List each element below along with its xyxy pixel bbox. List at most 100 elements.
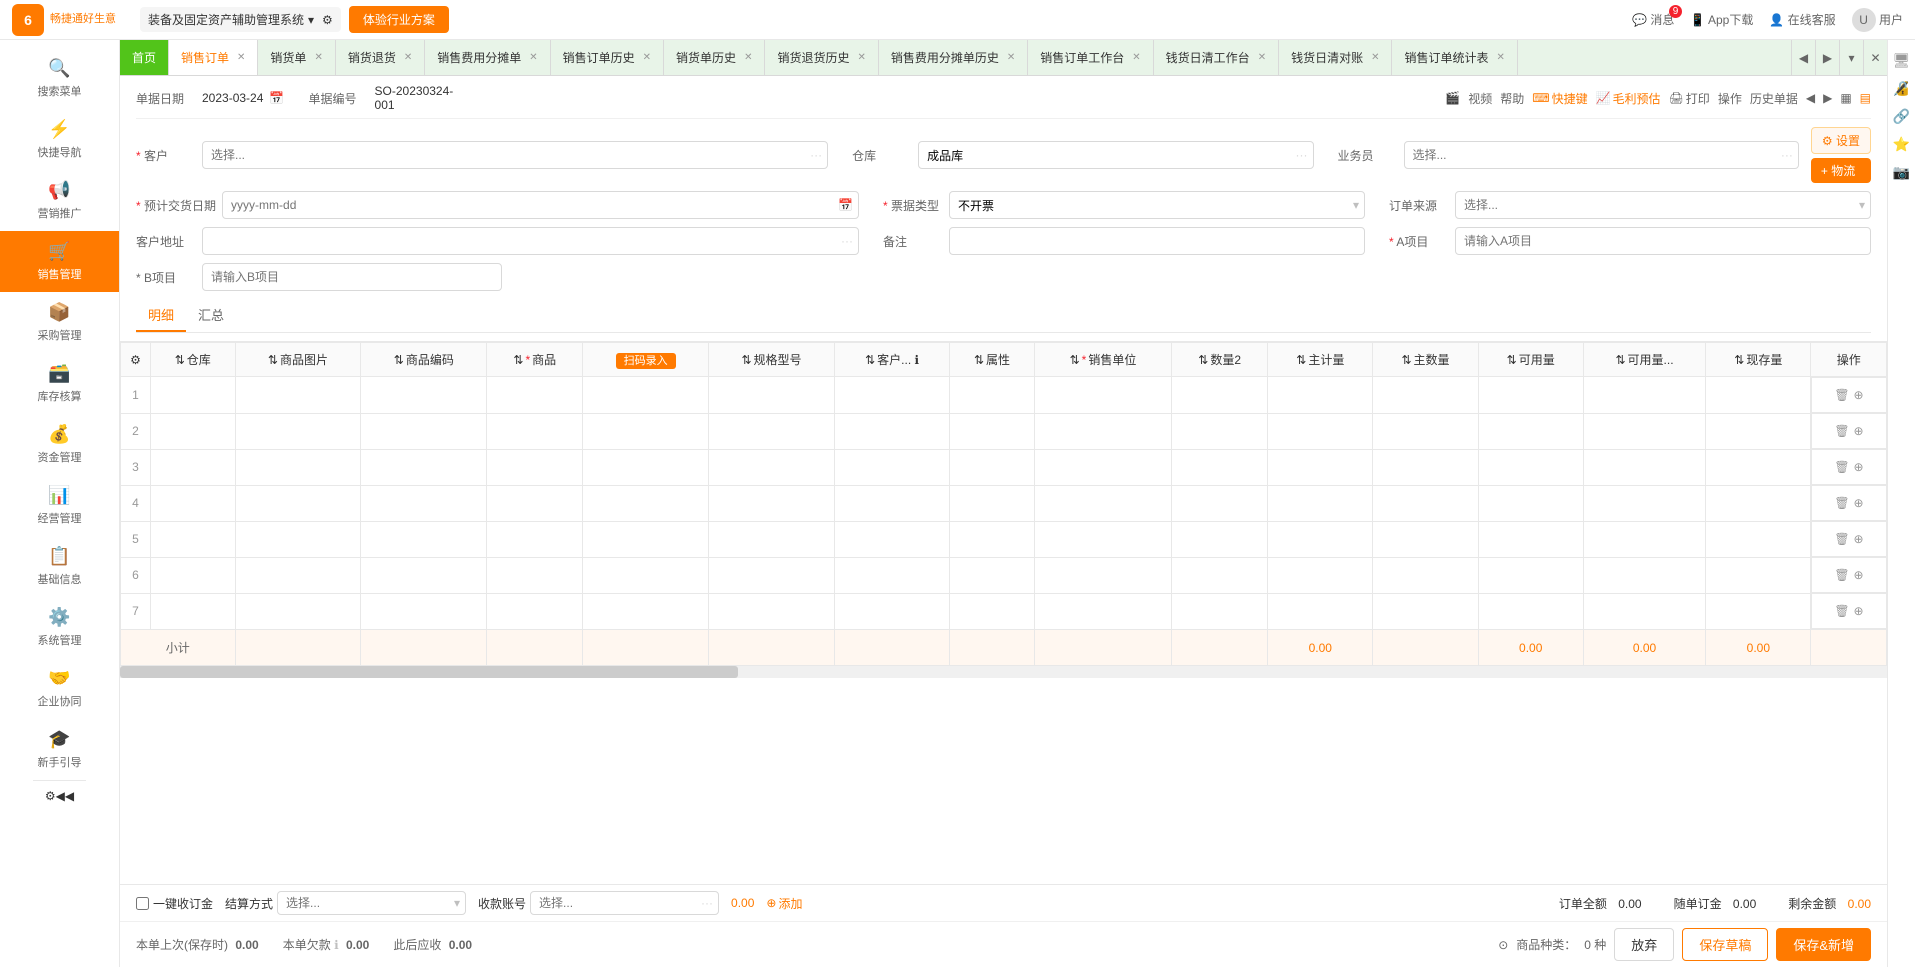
row-5-unit[interactable] bbox=[1034, 521, 1171, 557]
row-6-name[interactable] bbox=[487, 557, 583, 593]
th-sales-unit[interactable]: ⇅ *销售单位 bbox=[1034, 343, 1171, 377]
row-6-unit[interactable] bbox=[1034, 557, 1171, 593]
row-5-copy-icon[interactable]: ⊕ bbox=[1854, 532, 1864, 546]
row-6-curr-stock[interactable] bbox=[1706, 557, 1811, 593]
row-6-code[interactable] bbox=[361, 557, 487, 593]
row-3-curr-stock[interactable] bbox=[1706, 449, 1811, 485]
th-main-qty[interactable]: ⇅ 主数量 bbox=[1373, 343, 1478, 377]
toolbar-grid-view[interactable]: ▦ bbox=[1840, 91, 1851, 105]
tab-sales-refund[interactable]: 销货退货 ✕ bbox=[336, 40, 425, 76]
row-2-qty2[interactable] bbox=[1172, 413, 1268, 449]
row-7-delete-icon[interactable]: 🗑 bbox=[1834, 604, 1849, 618]
row-6-image[interactable] bbox=[235, 557, 361, 593]
solution-button[interactable]: 体验行业方案 bbox=[349, 6, 449, 33]
row-2-image[interactable] bbox=[235, 413, 361, 449]
row-3-cust-attr[interactable] bbox=[834, 449, 949, 485]
row-3-warehouse[interactable] bbox=[151, 449, 236, 485]
row-4-avail-qty[interactable] bbox=[1478, 485, 1583, 521]
tab-fee-history[interactable]: 销售费用分摊单历史 ✕ bbox=[879, 40, 1028, 76]
online-service[interactable]: 👤 在线客服 bbox=[1769, 11, 1835, 28]
sidebar-item-basicinfo[interactable]: 📋 基础信息 bbox=[0, 536, 119, 597]
row-7-cust-attr[interactable] bbox=[834, 593, 949, 630]
toolbar-print[interactable]: 🖨 打印 bbox=[1669, 90, 1710, 107]
toolbar-history[interactable]: 历史单据 bbox=[1750, 90, 1798, 107]
row-2-copy-icon[interactable]: ⊕ bbox=[1854, 424, 1864, 438]
th-spec[interactable]: ⇅ 规格型号 bbox=[709, 343, 835, 377]
customer-expand-icon[interactable]: ··· bbox=[810, 148, 822, 162]
row-2-code[interactable] bbox=[361, 413, 487, 449]
row-7-curr-stock[interactable] bbox=[1706, 593, 1811, 630]
right-sidebar-monitor[interactable]: 🖥 bbox=[1890, 48, 1914, 72]
row-1-delete-icon[interactable]: 🗑 bbox=[1834, 388, 1849, 402]
row-3-attr[interactable] bbox=[950, 449, 1035, 485]
row-7-qty2[interactable] bbox=[1172, 593, 1268, 630]
tab-nav-left[interactable]: ◀ bbox=[1791, 40, 1815, 76]
row-6-avail-qty[interactable] bbox=[1478, 557, 1583, 593]
th-settings-icon[interactable]: ⚙ bbox=[130, 353, 141, 367]
scan-btn[interactable]: 扫码录入 bbox=[616, 353, 676, 369]
row-2-cust-attr[interactable] bbox=[834, 413, 949, 449]
toolbar-view[interactable]: 视频 bbox=[1468, 90, 1492, 107]
warehouse-expand-icon[interactable]: ··· bbox=[1296, 148, 1308, 162]
row-5-code[interactable] bbox=[361, 521, 487, 557]
tab-return-history[interactable]: 销货单历史 ✕ bbox=[664, 40, 765, 76]
row-6-spec[interactable] bbox=[709, 557, 835, 593]
collapse-icon[interactable]: ◀◀ bbox=[56, 789, 74, 803]
row-6-attr[interactable] bbox=[950, 557, 1035, 593]
row-4-curr-stock[interactable] bbox=[1706, 485, 1811, 521]
row-3-copy-icon[interactable]: ⊕ bbox=[1854, 460, 1864, 474]
row-3-image[interactable] bbox=[235, 449, 361, 485]
th-settings[interactable]: ⚙ bbox=[121, 343, 151, 377]
tab-order-history[interactable]: 销售订单历史 ✕ bbox=[551, 40, 664, 76]
row-4-main-unit[interactable] bbox=[1268, 485, 1373, 521]
remarks-input[interactable] bbox=[949, 227, 1365, 255]
tab-daily-reconcile[interactable]: 钱货日清对账 ✕ bbox=[1279, 40, 1392, 76]
toolbar-profit[interactable]: 📈 毛利预估 bbox=[1596, 90, 1661, 107]
row-3-qty2[interactable] bbox=[1172, 449, 1268, 485]
bank-account-expand[interactable]: ··· bbox=[701, 896, 713, 910]
tab-daily-clear-close[interactable]: ✕ bbox=[1258, 52, 1266, 63]
row-3-code[interactable] bbox=[361, 449, 487, 485]
row-4-avail-qty2[interactable] bbox=[1583, 485, 1705, 521]
row-1-spec[interactable] bbox=[709, 377, 835, 414]
tab-sales-order[interactable]: 销售订单 ✕ bbox=[169, 40, 258, 76]
row-3-main-unit[interactable] bbox=[1268, 449, 1373, 485]
customer-input[interactable] bbox=[202, 141, 828, 169]
toolbar-operation[interactable]: 操作 bbox=[1718, 90, 1742, 107]
right-sidebar-chain[interactable]: 🔗 bbox=[1890, 104, 1914, 128]
row-4-code[interactable] bbox=[361, 485, 487, 521]
row-3-spec[interactable] bbox=[709, 449, 835, 485]
row-2-delete-icon[interactable]: 🗑 bbox=[1834, 424, 1849, 438]
row-6-main-unit[interactable] bbox=[1268, 557, 1373, 593]
row-2-name[interactable] bbox=[487, 413, 583, 449]
settings-float-btn[interactable]: ⚙ 设置 bbox=[1811, 127, 1871, 154]
row-5-qty2[interactable] bbox=[1172, 521, 1268, 557]
th-quantity2[interactable]: ⇅ 数量2 bbox=[1172, 343, 1268, 377]
row-6-delete-icon[interactable]: 🗑 bbox=[1834, 568, 1849, 582]
address-expand-icon[interactable]: ··· bbox=[841, 234, 853, 248]
row-2-curr-stock[interactable] bbox=[1706, 413, 1811, 449]
tab-refund-history[interactable]: 销货退货历史 ✕ bbox=[765, 40, 878, 76]
th-product-code[interactable]: ⇅ 商品编码 bbox=[361, 343, 487, 377]
toolbar-shortcut[interactable]: ⌨ 快捷键 bbox=[1532, 90, 1587, 107]
tab-fee-history-close[interactable]: ✕ bbox=[1007, 52, 1015, 63]
app-download[interactable]: 📱 App下载 bbox=[1690, 11, 1753, 28]
th-current-stock[interactable]: ⇅ 现存量 bbox=[1706, 343, 1811, 377]
row-2-warehouse[interactable] bbox=[151, 413, 236, 449]
settings-icon[interactable]: ⚙ bbox=[322, 13, 333, 27]
bank-account-input[interactable] bbox=[530, 891, 719, 915]
tab-return-history-close[interactable]: ✕ bbox=[744, 52, 752, 63]
row-4-attr[interactable] bbox=[950, 485, 1035, 521]
notification-area[interactable]: 💬 9 消息 bbox=[1632, 11, 1674, 28]
tab-sales-return-close[interactable]: ✕ bbox=[314, 52, 322, 63]
row-3-avail-qty2[interactable] bbox=[1583, 449, 1705, 485]
toolbar-help[interactable]: 帮助 bbox=[1500, 90, 1524, 107]
row-7-unit[interactable] bbox=[1034, 593, 1171, 630]
right-sidebar-fingerprint[interactable]: 🔏 bbox=[1890, 76, 1914, 100]
row-1-copy-icon[interactable]: ⊕ bbox=[1854, 388, 1864, 402]
tab-sales-stats[interactable]: 销售订单统计表 ✕ bbox=[1392, 40, 1517, 76]
save-draft-btn[interactable]: 保存草稿 bbox=[1682, 928, 1768, 961]
row-5-spec[interactable] bbox=[709, 521, 835, 557]
toolbar-nav-prev[interactable]: ◀ bbox=[1806, 91, 1815, 105]
tab-sales-return[interactable]: 销货单 ✕ bbox=[258, 40, 335, 76]
